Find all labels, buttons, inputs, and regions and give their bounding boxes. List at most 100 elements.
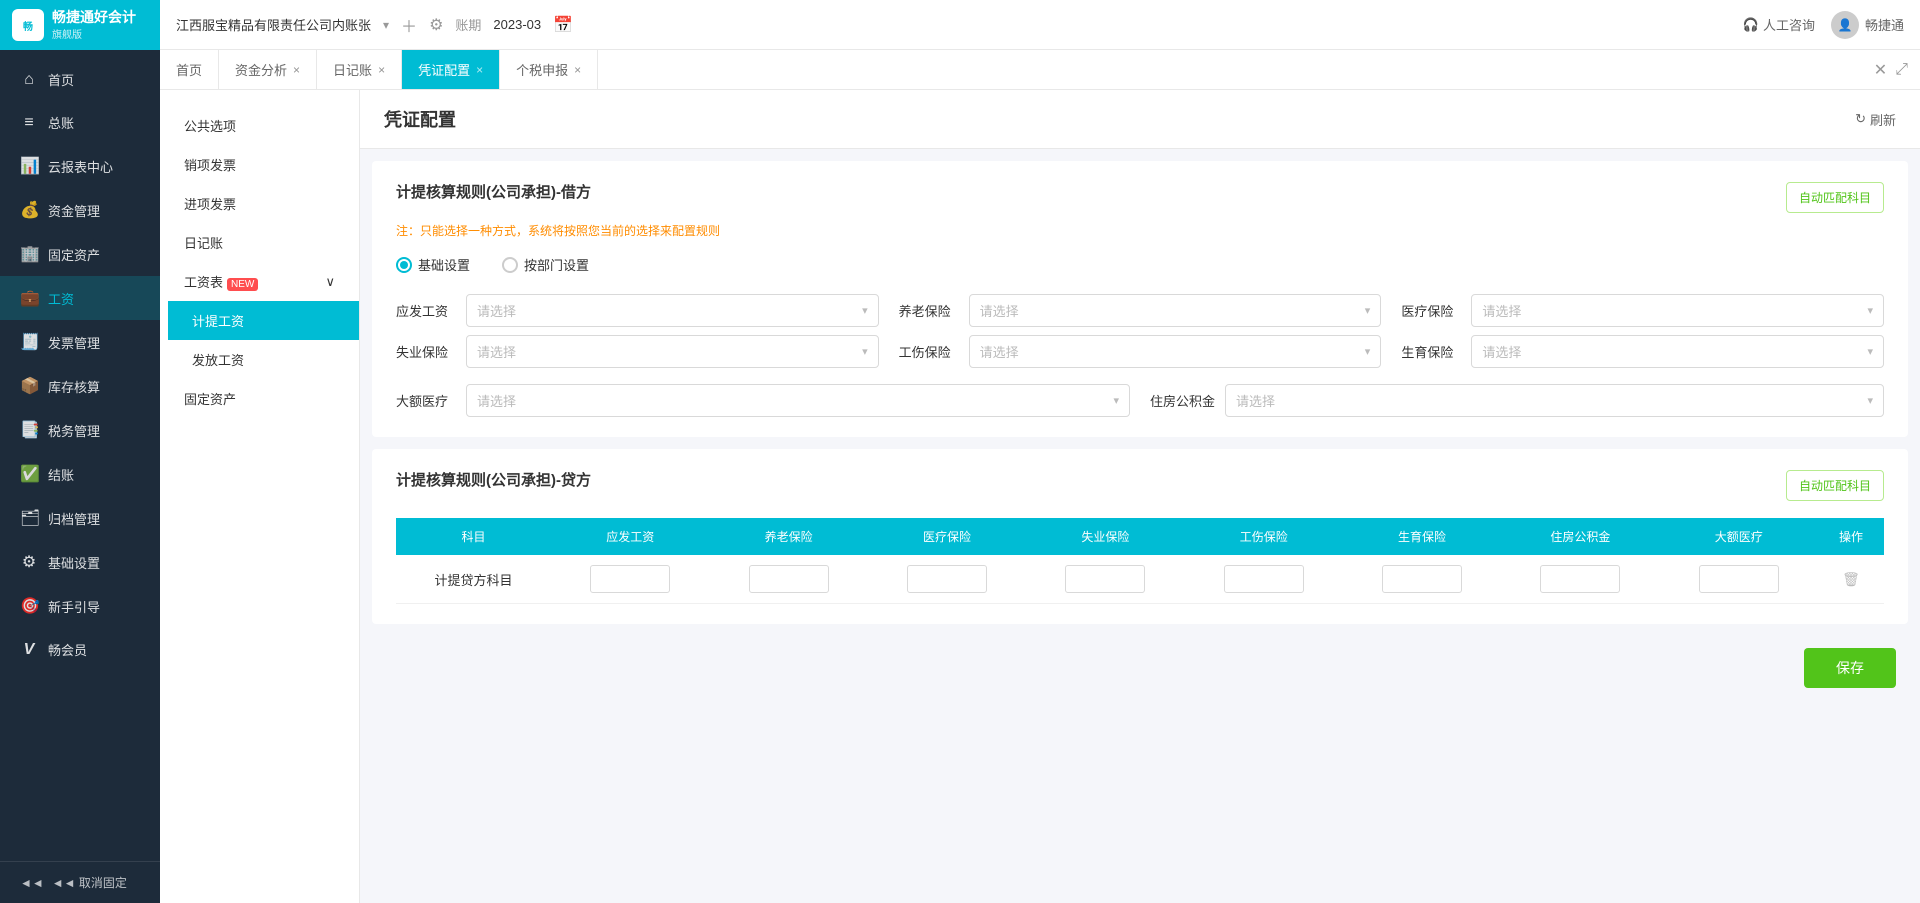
sidebar-item-archive[interactable]: 🗂 归档管理	[0, 496, 160, 540]
tab-tax-close[interactable]: ×	[574, 63, 581, 77]
medical-arrow: ▾	[1867, 304, 1873, 317]
sidebar-pin-toggle[interactable]: ◄◄ ◄◄ 取消固定	[0, 861, 160, 903]
sidebar-item-home[interactable]: ⌂ 首页	[0, 58, 160, 101]
sidebar-item-label: 云报表中心	[48, 157, 113, 176]
left-menu-fixed-assets[interactable]: 固定资产	[160, 379, 359, 418]
work-injury-select[interactable]: 请选择 ▾	[969, 335, 1382, 368]
support-button[interactable]: 🎧 人工咨询	[1743, 15, 1815, 34]
salary-due-placeholder: 请选择	[477, 301, 516, 320]
settings-icon[interactable]: ⚙	[429, 15, 443, 35]
sidebar-item-closing[interactable]: ✅ 结账	[0, 452, 160, 496]
large-medical-placeholder: 请选择	[477, 391, 516, 410]
tab-journal[interactable]: 日记账 ×	[317, 50, 402, 89]
sidebar-item-inventory[interactable]: 📦 库存核算	[0, 364, 160, 408]
tab-voucher-config[interactable]: 凭证配置 ×	[402, 50, 500, 89]
salary-icon: 💼	[20, 288, 38, 308]
left-menu-journal[interactable]: 日记账	[160, 223, 359, 262]
medical-select[interactable]: 请选择 ▾	[1471, 294, 1884, 327]
sidebar-item-ledger[interactable]: ≡ 总账	[0, 101, 160, 144]
sidebar-item-label: 畅会员	[48, 640, 87, 659]
page-title: 凭证配置	[384, 106, 456, 132]
auto-match-debit-button[interactable]: 自动匹配科目	[1786, 182, 1884, 213]
left-menu-sales-invoice[interactable]: 销项发票	[160, 145, 359, 184]
debit-section: 计提核算规则(公司承担)-借方 自动匹配科目 注：只能选择一种方式，系统将按照您…	[372, 161, 1908, 437]
new-badge: NEW	[227, 278, 258, 291]
input-salary-due[interactable]	[590, 565, 670, 593]
sidebar-item-assets[interactable]: 🏢 固定资产	[0, 232, 160, 276]
large-medical-select[interactable]: 请选择 ▾	[466, 384, 1130, 417]
radio-by-dept[interactable]: 按部门设置	[502, 255, 589, 274]
input-pension[interactable]	[749, 565, 829, 593]
app-edition: 旗舰版	[52, 26, 136, 41]
sidebar-item-reports[interactable]: 📊 云报表中心	[0, 144, 160, 188]
sidebar-item-settings[interactable]: ⚙ 基础设置	[0, 540, 160, 584]
add-company-icon[interactable]: ＋	[401, 13, 417, 37]
tab-funds-analysis[interactable]: 资金分析 ×	[219, 50, 317, 89]
debit-fields-row1: 应发工资 请选择 ▾ 养老保险 请选择 ▾ 医疗	[396, 294, 1884, 327]
sidebar-item-guide[interactable]: 🎯 新手引导	[0, 584, 160, 628]
col-operation: 操作	[1818, 518, 1884, 555]
tab-tax-filing[interactable]: 个税申报 ×	[500, 50, 598, 89]
home-icon: ⌂	[20, 71, 38, 89]
col-housing-fund: 住房公积金	[1501, 518, 1659, 555]
expand-tab-icon[interactable]: ⤢	[1895, 61, 1908, 79]
input-work-injury[interactable]	[1224, 565, 1304, 593]
sidebar-item-tax[interactable]: 📑 税务管理	[0, 408, 160, 452]
refresh-button[interactable]: ↻ 刷新	[1855, 110, 1896, 129]
col-pension: 养老保险	[709, 518, 867, 555]
field-salary-due: 应发工资 请选择 ▾	[396, 294, 879, 327]
maternity-placeholder: 请选择	[1482, 342, 1521, 361]
company-dropdown-icon[interactable]: ▾	[383, 18, 389, 32]
input-large-medical[interactable]	[1699, 565, 1779, 593]
unemployment-select[interactable]: 请选择 ▾	[466, 335, 879, 368]
tab-home[interactable]: 首页	[160, 50, 219, 89]
sidebar-item-invoice[interactable]: 🧾 发票管理	[0, 320, 160, 364]
sidebar-item-label: 基础设置	[48, 553, 100, 572]
user-menu[interactable]: 👤 畅捷通	[1831, 11, 1904, 39]
tab-journal-label: 日记账	[333, 60, 372, 79]
salary-due-select[interactable]: 请选择 ▾	[466, 294, 879, 327]
user-name: 畅捷通	[1865, 15, 1904, 34]
cell-medical	[868, 555, 1026, 604]
app-title: 畅捷通好会计	[52, 9, 136, 26]
left-menu-salary-table[interactable]: 工资表NEW ∨	[160, 262, 359, 301]
close-tab-icon[interactable]: ✕	[1874, 60, 1887, 80]
tab-funds-close[interactable]: ×	[293, 63, 300, 77]
input-housing-fund[interactable]	[1540, 565, 1620, 593]
tab-journal-close[interactable]: ×	[378, 63, 385, 77]
unemployment-label: 失业保险	[396, 342, 456, 361]
large-medical-arrow: ▾	[1113, 394, 1119, 407]
housing-fund-select[interactable]: 请选择 ▾	[1225, 384, 1884, 417]
input-medical[interactable]	[907, 565, 987, 593]
tab-actions: ✕ ⤢	[1862, 50, 1920, 89]
radio-basic[interactable]: 基础设置	[396, 255, 470, 274]
tab-voucher-close[interactable]: ×	[476, 63, 483, 77]
inventory-icon: 📦	[20, 376, 38, 396]
calendar-icon[interactable]: 📅	[553, 15, 573, 35]
cell-unemployment	[1026, 555, 1184, 604]
refresh-label: 刷新	[1870, 110, 1896, 129]
sidebar-item-label: 工资	[48, 289, 74, 308]
left-menu-purchase-invoice[interactable]: 进项发票	[160, 184, 359, 223]
left-menu-pay-salary[interactable]: 发放工资	[168, 340, 359, 379]
sidebar-item-label: 资金管理	[48, 201, 100, 220]
closing-icon: ✅	[20, 464, 38, 484]
left-menu-accrued-salary[interactable]: 计提工资	[168, 301, 359, 340]
sidebar-item-label: 固定资产	[48, 245, 100, 264]
pension-select[interactable]: 请选择 ▾	[969, 294, 1382, 327]
maternity-select[interactable]: 请选择 ▾	[1471, 335, 1884, 368]
input-unemployment[interactable]	[1065, 565, 1145, 593]
pension-arrow: ▾	[1365, 304, 1371, 317]
save-button[interactable]: 保存	[1804, 648, 1896, 688]
field-housing-fund: 住房公积金 请选择 ▾	[1150, 384, 1884, 417]
sidebar-item-salary[interactable]: 💼 工资	[0, 276, 160, 320]
debit-fields-row3: 大额医疗 请选择 ▾ 住房公积金 请选择 ▾	[396, 384, 1884, 417]
auto-match-credit-button[interactable]: 自动匹配科目	[1786, 470, 1884, 501]
left-menu-public[interactable]: 公共选项	[160, 106, 359, 145]
delete-row-icon[interactable]: 🗑	[1842, 571, 1860, 587]
sidebar-item-member[interactable]: V 畅会员	[0, 628, 160, 671]
sidebar-item-funds[interactable]: 💰 资金管理	[0, 188, 160, 232]
field-unemployment: 失业保险 请选择 ▾	[396, 335, 879, 368]
input-maternity[interactable]	[1382, 565, 1462, 593]
field-maternity: 生育保险 请选择 ▾	[1401, 335, 1884, 368]
